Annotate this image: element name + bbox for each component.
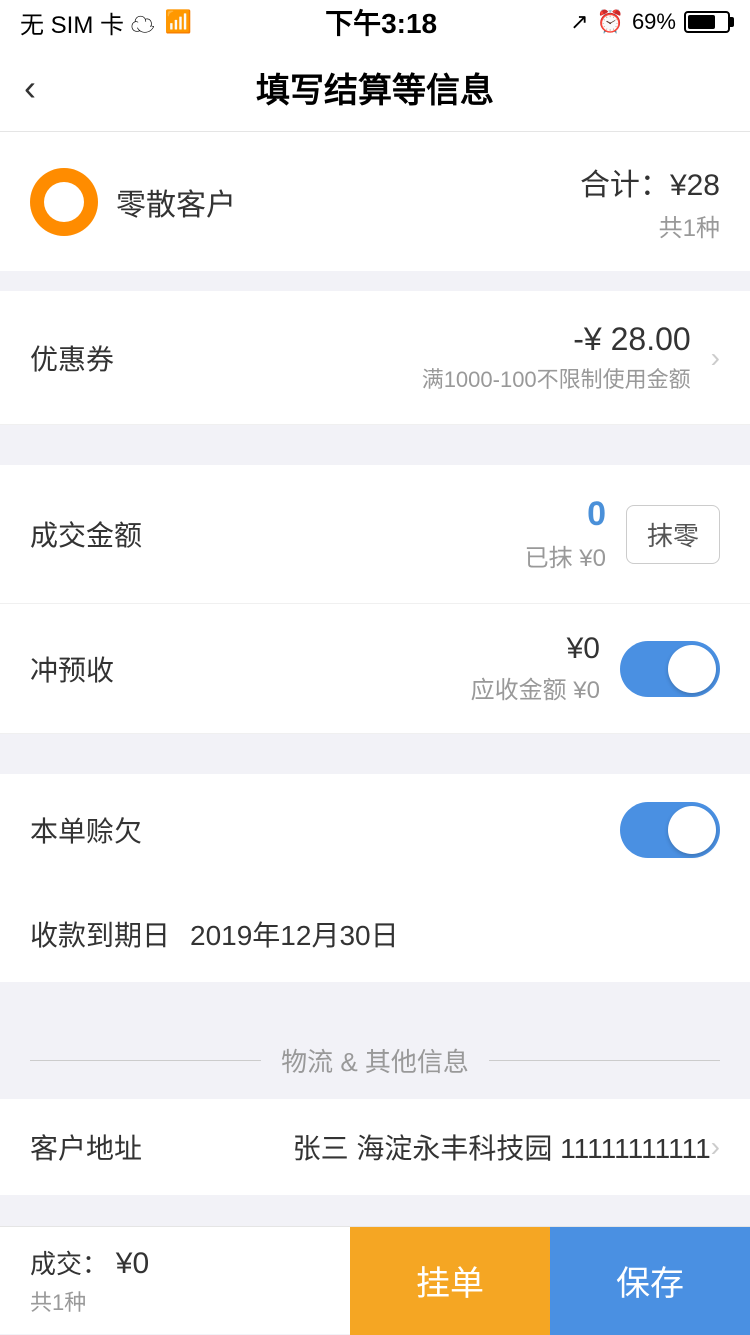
- status-bar: 无 SIM 卡 ☁ 📶 下午3:18 ↗ ⏰ 69%: [0, 0, 750, 44]
- logistics-header: 物流 & 其他信息: [0, 1022, 750, 1099]
- deal-amount-label: 成交金额: [30, 514, 150, 554]
- customer-name: 零散客户: [116, 180, 236, 224]
- coupon-discount: -¥ 28.00: [422, 321, 691, 358]
- battery-icon: [684, 11, 730, 33]
- logistics-line-left: [30, 1060, 261, 1061]
- page-title: 填写结算等信息: [256, 63, 494, 112]
- coupon-right: -¥ 28.00 满1000-100不限制使用金额 ›: [422, 321, 720, 394]
- alarm-icon: ⏰: [597, 9, 624, 35]
- prepay-label: 冲预收: [30, 649, 150, 689]
- debt-row: 本单赊欠: [0, 774, 750, 886]
- bottom-deal-line: 成交： ¥0: [30, 1244, 320, 1281]
- deal-amount-right: 0 已抹 ¥0 抹零: [525, 495, 720, 573]
- save-button[interactable]: 保存: [550, 1227, 750, 1335]
- section-divider-3: [0, 1002, 750, 1022]
- due-date-row: 收款到期日 2019年12月30日: [0, 886, 750, 982]
- bottom-deal-value: ¥0: [116, 1247, 149, 1280]
- coupon-section: 优惠券 -¥ 28.00 满1000-100不限制使用金额 ›: [0, 291, 750, 425]
- content-area: 零散客户 合计：¥28 共1种 优惠券 -¥ 28.00 满1000-100不限…: [0, 132, 750, 1335]
- customer-left: 零散客户: [30, 168, 236, 236]
- total-price: 合计：¥28: [580, 160, 720, 204]
- hang-button[interactable]: 挂单: [350, 1227, 550, 1335]
- logistics-label: 物流 & 其他信息: [281, 1042, 469, 1079]
- wifi-icon: 📶: [165, 9, 192, 35]
- avatar-icon: [44, 182, 84, 222]
- deal-amount-values: 0 已抹 ¥0: [525, 495, 606, 573]
- coupon-description: 满1000-100不限制使用金额: [422, 362, 691, 394]
- due-date-label: 收款到期日: [30, 914, 170, 954]
- section-divider-2: [0, 754, 750, 774]
- total-count: 共1种: [580, 208, 720, 243]
- debt-section: 本单赊欠 收款到期日 2019年12月30日: [0, 774, 750, 982]
- due-date-value: 2019年12月30日: [190, 914, 399, 954]
- coupon-row[interactable]: 优惠券 -¥ 28.00 满1000-100不限制使用金额 ›: [0, 291, 750, 425]
- status-left: 无 SIM 卡 ☁ 📶: [20, 5, 192, 40]
- address-row[interactable]: 客户地址 张三 海淀永丰科技园 11111111111 ›: [0, 1099, 750, 1195]
- status-time: 下午3:18: [325, 2, 437, 42]
- round-zero-button[interactable]: 抹零: [626, 505, 720, 564]
- deal-amount-row: 成交金额 0 已抹 ¥0 抹零: [0, 465, 750, 604]
- deal-amount-value: 0: [525, 495, 606, 534]
- customer-row: 零散客户 合计：¥28 共1种: [0, 132, 750, 271]
- avatar: [30, 168, 98, 236]
- total-label: 合计：: [580, 169, 670, 202]
- address-value: 张三 海淀永丰科技园 11111111111: [170, 1127, 711, 1167]
- prepay-receivable: 应收金额 ¥0: [471, 670, 600, 705]
- debt-label: 本单赊欠: [30, 810, 150, 850]
- section-divider-1: [0, 445, 750, 465]
- location-icon: ↗: [570, 9, 588, 35]
- bottom-summary: 成交： ¥0 共1种: [0, 1244, 350, 1317]
- address-chevron-icon: ›: [711, 1131, 720, 1163]
- prepay-amount: ¥0: [471, 632, 600, 666]
- prepay-values: ¥0 应收金额 ¥0: [471, 632, 600, 705]
- prepay-row: 冲预收 ¥0 应收金额 ¥0: [0, 604, 750, 734]
- bottom-deal-label: 成交：: [30, 1249, 108, 1279]
- status-right: ↗ ⏰ 69%: [570, 9, 730, 35]
- bottom-count: 共1种: [30, 1285, 320, 1317]
- logistics-line-right: [489, 1060, 720, 1061]
- address-label: 客户地址: [30, 1127, 150, 1167]
- nav-bar: ‹ 填写结算等信息: [0, 44, 750, 132]
- coupon-value: -¥ 28.00 满1000-100不限制使用金额: [422, 321, 691, 394]
- chevron-right-icon: ›: [711, 342, 720, 374]
- total-amount: ¥28: [670, 169, 720, 202]
- deal-amount-section: 成交金额 0 已抹 ¥0 抹零 冲预收 ¥0 应收金额 ¥0: [0, 465, 750, 734]
- prepay-right: ¥0 应收金额 ¥0: [471, 632, 720, 705]
- sim-status: 无 SIM 卡 ☁: [20, 5, 155, 40]
- debt-toggle[interactable]: [620, 802, 720, 858]
- coupon-label: 优惠券: [30, 338, 150, 378]
- customer-right: 合计：¥28 共1种: [580, 160, 720, 243]
- address-section: 客户地址 张三 海淀永丰科技园 11111111111 ›: [0, 1099, 750, 1195]
- bottom-bar: 成交： ¥0 共1种 挂单 保存: [0, 1226, 750, 1334]
- already-rounded: 已抹 ¥0: [525, 538, 606, 573]
- back-button[interactable]: ‹: [24, 67, 36, 109]
- prepay-toggle[interactable]: [620, 641, 720, 697]
- battery-percent: 69%: [632, 9, 676, 35]
